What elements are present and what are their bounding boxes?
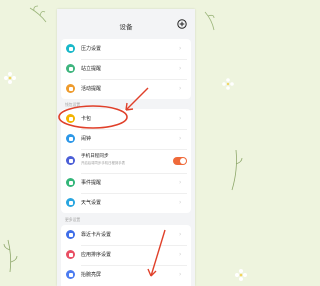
- row-weather[interactable]: 天气设置 ›: [61, 193, 191, 213]
- wallet-icon: [66, 114, 75, 123]
- chevron-right-icon: ›: [179, 85, 182, 92]
- chevron-right-icon: ›: [179, 231, 182, 238]
- flower-icon: [222, 78, 234, 90]
- chevron-right-icon: ›: [179, 65, 182, 72]
- calendar-icon: [66, 156, 75, 165]
- row-stand[interactable]: 站立提醒 ›: [61, 59, 191, 79]
- leaf-icon: [3, 239, 18, 273]
- row-label: 事件提醒: [81, 180, 102, 186]
- row-label: 闹钟: [81, 136, 92, 142]
- flower-icon: [4, 72, 16, 84]
- row-subtitle: 开启后将同步手机日程到手表: [81, 161, 126, 165]
- row-label: 压力设置: [81, 46, 102, 52]
- chevron-right-icon: ›: [179, 135, 182, 142]
- chevron-right-icon: ›: [179, 179, 182, 186]
- stress-icon: [66, 44, 75, 53]
- settings-card: 压力设置 › 站立提醒 › 活动提醒 ›: [61, 39, 191, 99]
- activity-icon: [66, 84, 75, 93]
- leaf-icon: [29, 5, 47, 23]
- add-icon[interactable]: [177, 19, 187, 29]
- card-icon: [66, 230, 75, 239]
- event-icon: [66, 178, 75, 187]
- settings-card: 靠近卡片设置 › 应用排序设置 › 抬腕亮屏 ›: [61, 225, 191, 286]
- row-label: 站立提醒: [81, 66, 102, 72]
- page-title: 设备: [119, 23, 133, 31]
- chevron-right-icon: ›: [179, 199, 182, 206]
- row-wallet[interactable]: 卡包 ›: [61, 109, 191, 129]
- calendar-sync-toggle[interactable]: [173, 157, 187, 165]
- chevron-right-icon: ›: [179, 45, 182, 52]
- phone-screen: 设备 压力设置 › 站立提醒 › 活动提醒 › 钱包设置 卡包 › 闹钟 › 手…: [57, 9, 195, 286]
- chevron-right-icon: ›: [179, 271, 182, 278]
- leaf-icon: [204, 11, 215, 31]
- row-label: 活动提醒: [81, 86, 102, 92]
- section-header: 钱包设置: [65, 102, 81, 107]
- row-label: 手机日程同步: [81, 154, 109, 159]
- flower-icon: [235, 269, 247, 281]
- row-label: 天气设置: [81, 200, 102, 206]
- alarm-icon: [66, 134, 75, 143]
- row-events[interactable]: 事件提醒 ›: [61, 173, 191, 193]
- row-quick-card[interactable]: 靠近卡片设置 ›: [61, 225, 191, 245]
- row-activity[interactable]: 活动提醒 ›: [61, 79, 191, 99]
- chevron-right-icon: ›: [179, 115, 182, 122]
- weather-icon: [66, 198, 75, 207]
- stand-icon: [66, 64, 75, 73]
- row-stress[interactable]: 压力设置 ›: [61, 39, 191, 59]
- row-calendar-sync[interactable]: 手机日程同步 开启后将同步手机日程到手表: [61, 149, 191, 173]
- raise-icon: [66, 270, 75, 279]
- row-label: 靠近卡片设置: [81, 232, 112, 238]
- leaf-icon: [231, 149, 243, 191]
- row-label: 卡包: [81, 116, 92, 122]
- settings-card: 卡包 › 闹钟 › 手机日程同步 开启后将同步手机日程到手表 事件提醒 › 天气…: [61, 109, 191, 213]
- row-label: 抬腕亮屏: [81, 272, 102, 278]
- chevron-right-icon: ›: [179, 251, 182, 258]
- section-header: 更多设置: [65, 217, 81, 222]
- row-app-order[interactable]: 应用排序设置 ›: [61, 245, 191, 265]
- row-alarm[interactable]: 闹钟 ›: [61, 129, 191, 149]
- row-raise-wake[interactable]: 抬腕亮屏 ›: [61, 265, 191, 285]
- title-bar: 设备: [57, 9, 195, 39]
- row-label: 应用排序设置: [81, 252, 112, 258]
- apps-icon: [66, 250, 75, 259]
- toggle-knob: [180, 158, 186, 164]
